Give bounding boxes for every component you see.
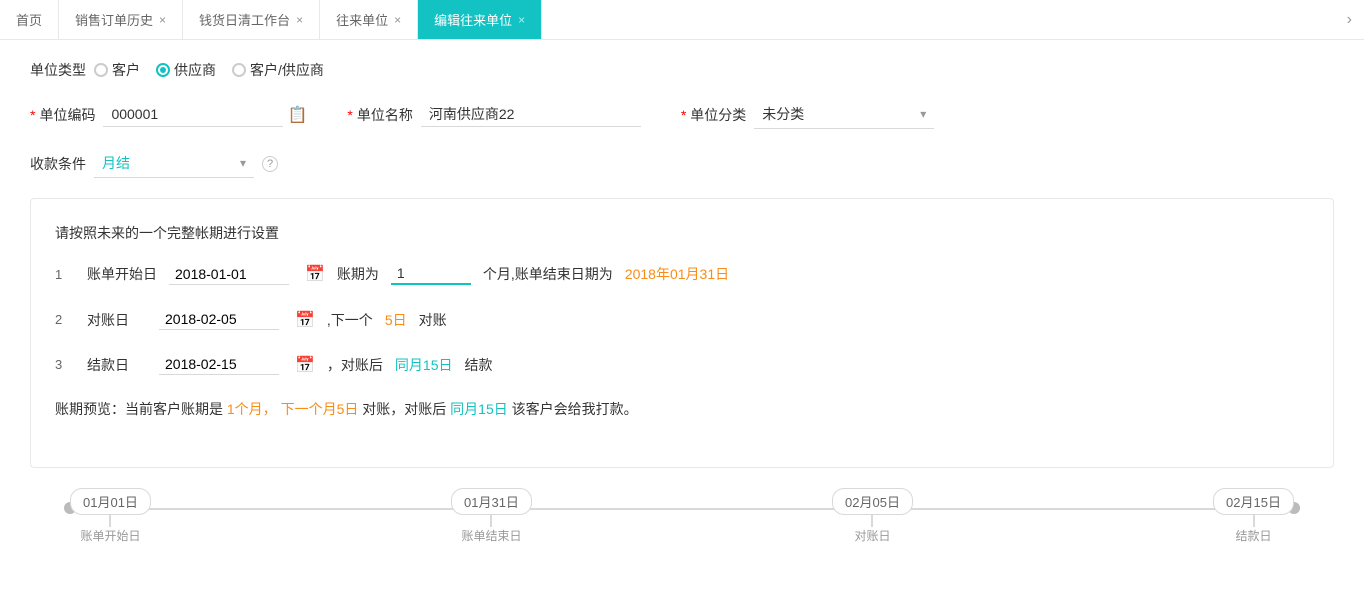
tab-cash-ledger[interactable]: 钱货日清工作台 × [183,0,320,39]
unit-type-radio-group: 客户 供应商 客户/供应商 [94,60,324,80]
row-num-1: 1 [55,267,75,282]
preview-label: 账期预览：当前客户账期是 [55,401,223,417]
timeline-badge-2: 01月31日 [451,488,532,515]
tab-close-cash-ledger[interactable]: × [296,13,303,27]
section-title: 请按照未来的一个完整帐期进行设置 [55,223,1309,243]
code-name-row: * 单位编码 📋 * 单位名称 * 单位分类 未分类 ▾ [30,100,1334,129]
timeline-point-4: 02月15日 结款日 [1213,488,1294,544]
timeline-point-3: 02月05日 对账日 [832,488,913,544]
row-num-2: 2 [55,312,75,327]
category-arrow-icon: ▾ [920,107,926,121]
reconcile-prefix: ,下一个 [327,310,373,330]
payment-row: 收款条件 月结 ▾ ? [30,149,1334,178]
timeline-points: 01月01日 账单开始日 01月31日 账单结束日 02月05日 对账日 02月… [70,488,1294,544]
category-dropdown[interactable]: 未分类 ▾ [754,100,934,129]
reconcile-date-cal-icon[interactable]: 📅 [295,310,315,330]
payment-select[interactable]: 月结 ▾ [94,149,254,178]
payment-arrow-icon: ▾ [240,156,246,170]
timeline-point-1: 01月01日 账单开始日 [70,488,151,544]
start-date-input[interactable] [169,264,289,285]
timeline-label-1: 账单开始日 [80,527,140,544]
unit-type-label: 单位类型 [30,60,86,80]
tabs-bar: 首页 销售订单历史 × 钱货日清工作台 × 往来单位 × 编辑往来单位 × › [0,0,1364,40]
name-label: 单位名称 [357,105,413,125]
timeline-badge-1: 01月01日 [70,488,151,515]
setting-row-2: 2 对账日 📅 ,下一个 5日 对账 [55,309,1309,330]
payment-label: 收款条件 [30,154,86,174]
timeline-tick-3 [871,515,873,527]
setting-row-1: 1 账单开始日 📅 账期为 个月,账单结束日期为 2018年01月31日 [55,263,1309,285]
tab-close-sales-history[interactable]: × [159,13,166,27]
timeline-container: 01月01日 账单开始日 01月31日 账单结束日 02月05日 对账日 02月… [30,488,1334,544]
timeline-badge-4: 02月15日 [1213,488,1294,515]
category-field-group: * 单位分类 未分类 ▾ [681,100,934,129]
name-required-star: * [347,107,352,123]
page-content: 单位类型 客户 供应商 客户/供应商 * 单位编码 📋 * 单位名称 [0,40,1364,608]
timeline-tick-1 [109,515,111,527]
code-label: 单位编码 [39,105,95,125]
reconcile-date-input[interactable] [159,309,279,330]
radio-circle-customer [94,63,108,77]
timeline-label-3: 对账日 [854,527,890,544]
tab-close-edit-partner[interactable]: × [518,13,525,27]
code-input[interactable] [103,102,283,127]
reconcile-highlight: 5日 [385,310,407,330]
code-required-star: * [30,107,35,123]
tab-close-partner[interactable]: × [394,13,401,27]
name-field-group: * 单位名称 [347,102,640,127]
preview-part2: 下一个月5日 [281,401,359,417]
preview-middle: 对账，对账后 [362,401,446,417]
reconcile-suffix: 对账 [419,310,447,330]
end-date-highlight: 2018年01月31日 [625,264,729,284]
timeline-tick-4 [1253,515,1255,527]
category-value: 未分类 [762,104,920,124]
row-num-3: 3 [55,357,75,372]
timeline-label-2: 账单结束日 [461,527,521,544]
period-input[interactable] [391,263,471,285]
tab-home[interactable]: 首页 [0,0,59,39]
radio-customer[interactable]: 客户 [94,60,140,80]
name-input[interactable] [421,102,641,127]
timeline-point-2: 01月31日 账单结束日 [451,488,532,544]
radio-circle-supplier [156,63,170,77]
preview-part1: 1个月， [227,401,277,417]
preview-end: 该客户会给我打款。 [512,401,638,417]
preview-part3: 同月15日 [450,401,508,417]
category-label: 单位分类 [690,105,746,125]
start-date-cal-icon[interactable]: 📅 [305,264,325,284]
tab-edit-partner[interactable]: 编辑往来单位 × [418,0,542,39]
payment-highlight: 同月15日 [395,355,453,375]
row-label-1: 账单开始日 [87,264,157,284]
timeline-tick-2 [490,515,492,527]
settings-section: 请按照未来的一个完整帐期进行设置 1 账单开始日 📅 账期为 个月,账单结束日期… [30,198,1334,468]
code-calendar-icon[interactable]: 📋 [287,105,307,125]
code-field-group: * 单位编码 📋 [30,102,307,127]
payment-suffix: 结款 [465,355,493,375]
row-label-2: 对账日 [87,310,147,330]
payment-help-icon[interactable]: ? [262,156,278,172]
row-label-3: 结款日 [87,355,147,375]
period-prefix: 账期为 [337,264,379,284]
payment-value: 月结 [102,153,240,173]
radio-customer-supplier[interactable]: 客户/供应商 [232,60,324,80]
radio-circle-customer-supplier [232,63,246,77]
timeline-label-4: 结款日 [1236,527,1272,544]
tab-partner[interactable]: 往来单位 × [320,0,418,39]
radio-supplier[interactable]: 供应商 [156,60,216,80]
unit-type-row: 单位类型 客户 供应商 客户/供应商 [30,60,1334,80]
setting-row-3: 3 结款日 📅 ，对账后 同月15日 结款 [55,354,1309,375]
payment-date-cal-icon[interactable]: 📅 [295,355,315,375]
category-required-star: * [681,107,686,123]
preview-text: 账期预览：当前客户账期是 1个月， 下一个月5日 对账，对账后 同月15日 该客… [55,399,1309,419]
timeline-badge-3: 02月05日 [832,488,913,515]
payment-prefix: ，对账后 [327,355,383,375]
tab-scroll-arrow[interactable]: › [1335,11,1364,29]
period-suffix: 个月,账单结束日期为 [483,264,613,284]
payment-date-input[interactable] [159,354,279,375]
tab-sales-history[interactable]: 销售订单历史 × [59,0,183,39]
